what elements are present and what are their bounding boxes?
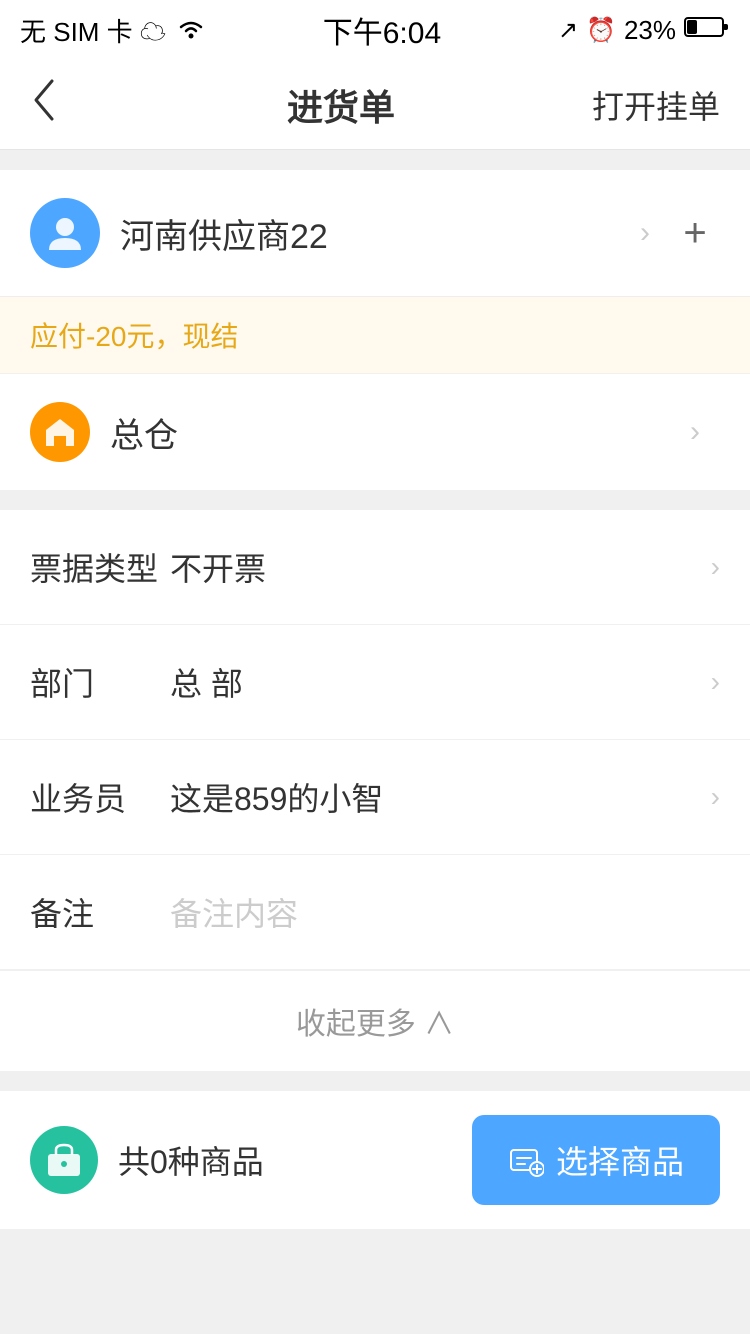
product-count: 共0种商品: [118, 1137, 452, 1183]
add-supplier-button[interactable]: +: [670, 208, 720, 258]
battery-icon: [684, 15, 730, 46]
battery-percent: 23%: [624, 15, 676, 46]
invoice-type-label: 票据类型: [30, 544, 160, 590]
supplier-card: 河南供应商22 › + 应付-20元，现结 总仓 ›: [0, 170, 750, 490]
invoice-chevron-icon: ›: [711, 551, 720, 583]
open-pending-button[interactable]: 打开挂单: [592, 82, 720, 128]
department-value: 总 部: [170, 659, 711, 705]
page-title: 进货单: [287, 79, 395, 131]
collapse-label: 收起更多 ∧: [296, 999, 454, 1043]
warehouse-chevron-icon: ›: [690, 415, 700, 449]
department-label: 部门: [30, 659, 160, 705]
department-row[interactable]: 部门 总 部 ›: [0, 625, 750, 740]
section-gap-1: [0, 150, 750, 170]
alarm-icon: ⏰: [586, 16, 616, 45]
sim-label: 无 SIM 卡 ☁: [20, 12, 166, 49]
staff-label: 业务员: [30, 774, 160, 820]
warehouse-icon: [30, 402, 90, 462]
staff-row[interactable]: 业务员 这是859的小智 ›: [0, 740, 750, 855]
wifi-icon: [176, 15, 206, 46]
supplier-chevron-icon: ›: [640, 216, 650, 250]
payable-notice: 应付-20元，现结: [0, 297, 750, 373]
warehouse-name: 总仓: [110, 408, 690, 457]
department-chevron-icon: ›: [711, 666, 720, 698]
supplier-name: 河南供应商22: [120, 209, 640, 258]
status-right: ↗ ⏰ 23%: [558, 15, 730, 46]
select-product-button[interactable]: 选择商品: [472, 1115, 720, 1205]
remark-input[interactable]: 备注内容: [170, 889, 720, 935]
staff-chevron-icon: ›: [711, 781, 720, 813]
location-icon: ↗: [558, 16, 578, 45]
back-button[interactable]: [30, 77, 90, 133]
supplier-avatar: [30, 198, 100, 268]
nav-bar: 进货单 打开挂单: [0, 60, 750, 150]
warehouse-row[interactable]: 总仓 ›: [0, 373, 750, 490]
collapse-row[interactable]: 收起更多 ∧: [0, 970, 750, 1071]
product-icon: [30, 1126, 98, 1194]
product-bar: 共0种商品 选择商品: [0, 1091, 750, 1229]
select-product-label: 选择商品: [556, 1137, 684, 1183]
staff-value: 这是859的小智: [170, 774, 711, 820]
form-section: 票据类型 不开票 › 部门 总 部 › 业务员 这是859的小智 › 备注 备注…: [0, 510, 750, 1071]
invoice-type-row[interactable]: 票据类型 不开票 ›: [0, 510, 750, 625]
status-bar: 无 SIM 卡 ☁ 下午6:04 ↗ ⏰ 23%: [0, 0, 750, 60]
status-left: 无 SIM 卡 ☁: [20, 12, 206, 49]
status-time: 下午6:04: [323, 8, 441, 52]
remark-label: 备注: [30, 889, 160, 935]
remark-row[interactable]: 备注 备注内容: [0, 855, 750, 970]
supplier-row[interactable]: 河南供应商22 › +: [0, 170, 750, 297]
invoice-type-value: 不开票: [170, 544, 711, 590]
